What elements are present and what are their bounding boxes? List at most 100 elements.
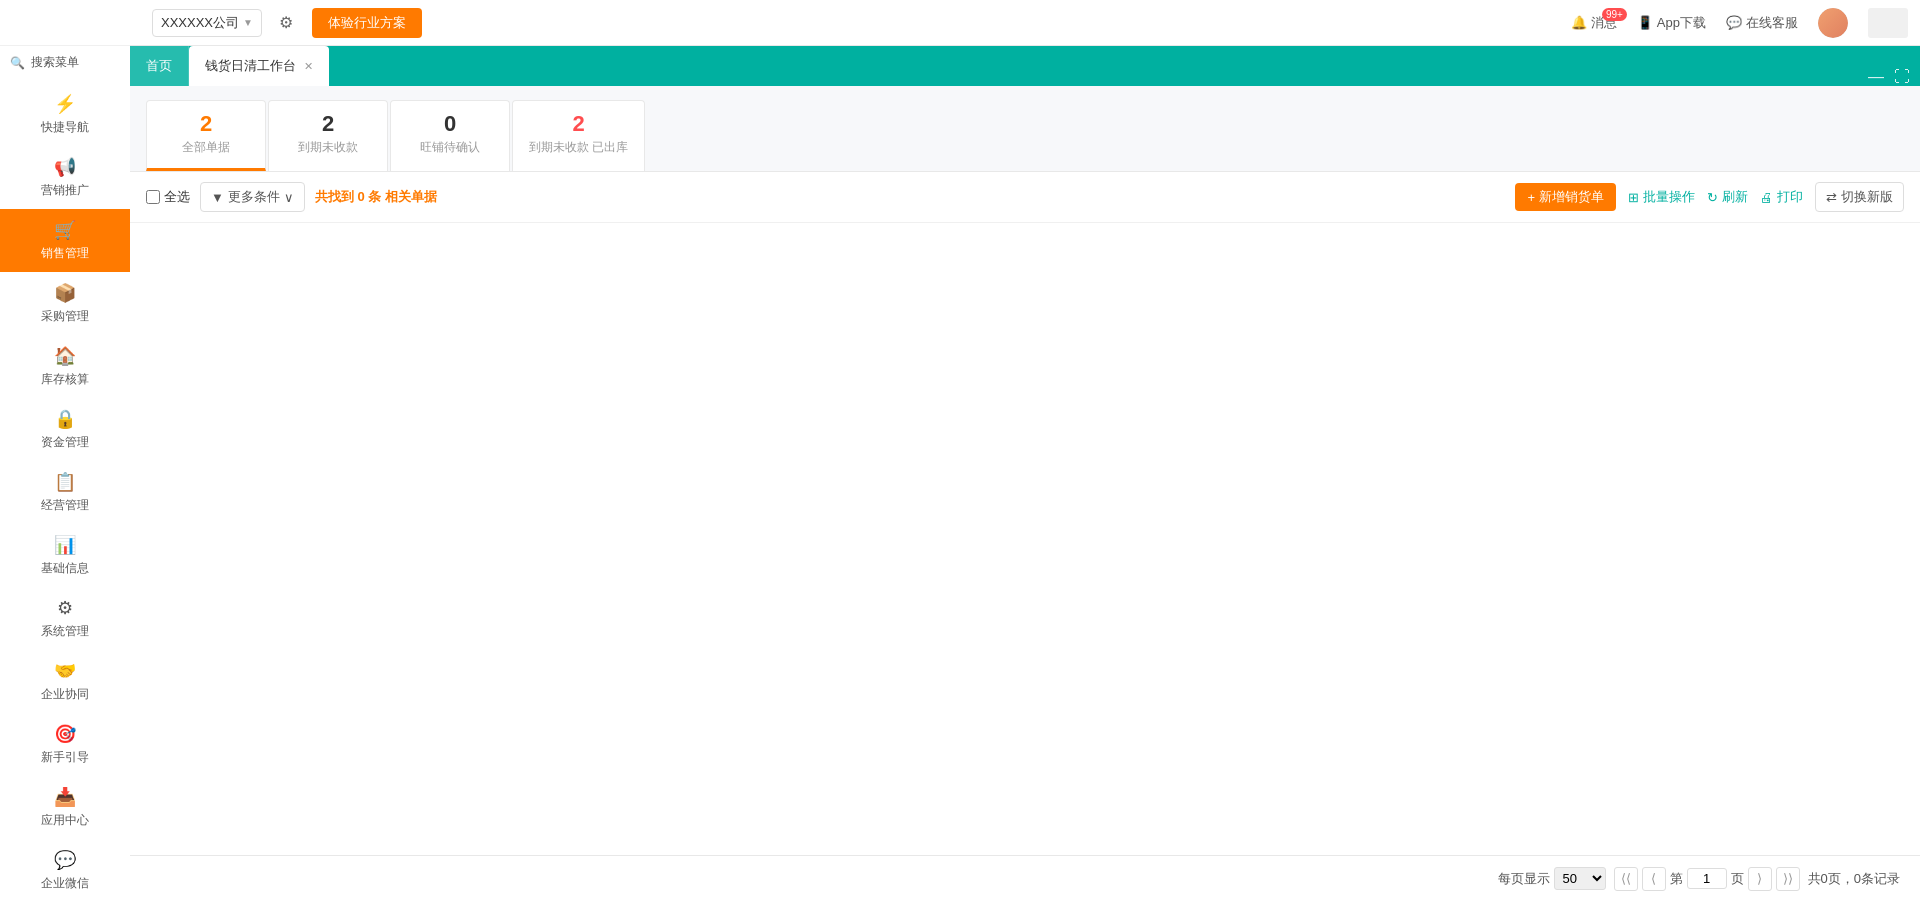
search-icon: 🔍	[10, 56, 25, 70]
sidebar: 🔍 搜索菜单 ⚡ 快捷导航 📢 营销推广 🛒 销售管理 📦 采购管理 🏠 库存核…	[0, 0, 130, 901]
sidebar-item-marketing[interactable]: 📢 营销推广	[0, 146, 130, 209]
inventory-icon: 🏠	[54, 345, 76, 367]
marketing-icon: 📢	[54, 156, 76, 178]
inventory-label: 库存核算	[41, 371, 89, 388]
result-text: 共找到 0 条 相关单据	[315, 188, 437, 206]
add-sale-label: 新增销货单	[1539, 188, 1604, 206]
system-icon: ⚙	[57, 597, 73, 619]
cooperation-label: 企业协同	[41, 686, 89, 703]
trial-button[interactable]: 体验行业方案	[312, 8, 422, 38]
stat-tab-overdue[interactable]: 2 到期未收款	[268, 100, 388, 171]
filter-button[interactable]: ▼ 更多条件 ∨	[200, 182, 305, 212]
purchase-icon: 📦	[54, 282, 76, 304]
avatar[interactable]	[1818, 8, 1848, 38]
sidebar-item-inventory[interactable]: 🏠 库存核算	[0, 335, 130, 398]
tab-close-icon[interactable]: ✕	[304, 60, 313, 73]
page-total: 共0页，0条记录	[1808, 870, 1900, 888]
toolbar-left: 全选 ▼ 更多条件 ∨ 共找到 0 条 相关单据	[146, 182, 1505, 212]
sidebar-menu: ⚡ 快捷导航 📢 营销推广 🛒 销售管理 📦 采购管理 🏠 库存核算 🔒 资金管…	[0, 79, 130, 901]
online-service-button[interactable]: 💬 在线客服	[1726, 14, 1798, 32]
minimize-icon[interactable]: —	[1868, 68, 1884, 86]
refresh-button[interactable]: ↻ 刷新	[1707, 188, 1748, 206]
maximize-icon[interactable]: ⛶	[1894, 68, 1910, 86]
dropdown-arrow-icon: ▼	[243, 17, 253, 28]
sidebar-item-basic-info[interactable]: 📊 基础信息	[0, 524, 130, 587]
tab-home[interactable]: 首页	[130, 46, 189, 86]
sidebar-item-guide[interactable]: 🎯 新手引导	[0, 713, 130, 776]
stat-num-overdue: 2	[285, 111, 371, 137]
tab-home-label: 首页	[146, 57, 172, 75]
sidebar-item-quick-nav[interactable]: ⚡ 快捷导航	[0, 83, 130, 146]
message-badge: 99+	[1602, 8, 1627, 21]
page-number-input[interactable]	[1687, 868, 1727, 889]
basic-info-label: 基础信息	[41, 560, 89, 577]
sales-icon: 🛒	[54, 219, 76, 241]
sales-label: 销售管理	[41, 245, 89, 262]
message-button[interactable]: 🔔 消息 99+	[1571, 14, 1617, 32]
company-selector[interactable]: XXXXXX公司 ▼	[152, 9, 262, 37]
content-area: 2 全部单据 2 到期未收款 0 旺铺待确认 2 到期未收款 已出库 全选	[130, 86, 1920, 901]
sidebar-search[interactable]: 🔍 搜索菜单	[0, 46, 130, 79]
batch-label: 批量操作	[1643, 188, 1695, 206]
first-page-button[interactable]: ⟨⟨	[1614, 867, 1638, 891]
stat-tab-all[interactable]: 2 全部单据	[146, 100, 266, 171]
tab-work-bench[interactable]: 钱货日清工作台 ✕	[189, 46, 329, 86]
switch-version-button[interactable]: ⇄ 切换新版	[1815, 182, 1904, 212]
print-icon: 🖨	[1760, 190, 1773, 205]
print-label: 打印	[1777, 188, 1803, 206]
filter-icon: ▼	[211, 190, 224, 205]
stat-num-pending: 0	[407, 111, 493, 137]
tab-work-bench-label: 钱货日清工作台	[205, 57, 296, 75]
sidebar-item-purchase[interactable]: 📦 采购管理	[0, 272, 130, 335]
nav-tabs: 首页 钱货日清工作台 ✕ — ⛶	[130, 46, 1920, 86]
main-content: 2 全部单据 2 到期未收款 0 旺铺待确认 2 到期未收款 已出库 全选	[130, 86, 1920, 901]
select-all-checkbox[interactable]: 全选	[146, 188, 190, 206]
add-sale-button[interactable]: + 新增销货单	[1515, 183, 1616, 211]
page-size-dropdown[interactable]: 20 50 100	[1554, 867, 1606, 890]
cooperation-icon: 🤝	[54, 660, 76, 682]
batch-operation-button[interactable]: ⊞ 批量操作	[1628, 188, 1695, 206]
sidebar-item-finance[interactable]: 🔒 资金管理	[0, 398, 130, 461]
sidebar-item-app-center[interactable]: 📥 应用中心	[0, 776, 130, 839]
stat-label-all: 全部单据	[163, 139, 249, 156]
sidebar-item-cooperation[interactable]: 🤝 企业协同	[0, 650, 130, 713]
wechat-icon: 💬	[54, 849, 76, 871]
prev-page-button[interactable]: ⟨	[1642, 867, 1666, 891]
switch-icon: ⇄	[1826, 190, 1837, 205]
page-unit: 页	[1731, 870, 1744, 888]
sidebar-item-sales[interactable]: 🛒 销售管理	[0, 209, 130, 272]
stat-tab-pending[interactable]: 0 旺铺待确认	[390, 100, 510, 171]
next-page-button[interactable]: ⟩	[1748, 867, 1772, 891]
mobile-icon: 📱	[1637, 15, 1653, 30]
stat-tabs: 2 全部单据 2 到期未收款 0 旺铺待确认 2 到期未收款 已出库	[130, 86, 1920, 172]
stat-label-overdue: 到期未收款	[285, 139, 371, 156]
sidebar-item-operation[interactable]: 📋 经营管理	[0, 461, 130, 524]
select-all-input[interactable]	[146, 190, 160, 204]
sidebar-item-wechat[interactable]: 💬 企业微信	[0, 839, 130, 901]
print-button[interactable]: 🖨 打印	[1760, 188, 1803, 206]
app-center-icon: 📥	[54, 786, 76, 808]
stat-num-shipped: 2	[529, 111, 628, 137]
basic-info-icon: 📊	[54, 534, 76, 556]
page-label: 第	[1670, 870, 1683, 888]
avatar-image	[1818, 8, 1848, 38]
system-label: 系统管理	[41, 623, 89, 640]
online-service-label: 在线客服	[1746, 14, 1798, 32]
stat-tab-shipped[interactable]: 2 到期未收款 已出库	[512, 100, 645, 171]
page-nav: ⟨⟨ ⟨ 第 页 ⟩ ⟩⟩	[1614, 867, 1800, 891]
user-name-area[interactable]	[1868, 8, 1908, 38]
last-page-button[interactable]: ⟩⟩	[1776, 867, 1800, 891]
guide-label: 新手引导	[41, 749, 89, 766]
app-center-label: 应用中心	[41, 812, 89, 829]
stat-num-all: 2	[163, 111, 249, 137]
sidebar-item-system[interactable]: ⚙ 系统管理	[0, 587, 130, 650]
filter-arrow-icon: ∨	[284, 190, 294, 205]
company-name: XXXXXX公司	[161, 14, 239, 32]
app-download-button[interactable]: 📱 App下载	[1637, 14, 1706, 32]
app-download-label: App下载	[1657, 14, 1706, 32]
guide-icon: 🎯	[54, 723, 76, 745]
table-area	[130, 223, 1920, 723]
switch-label: 切换新版	[1841, 188, 1893, 206]
page-size-select: 每页显示 20 50 100	[1498, 867, 1606, 890]
settings-icon[interactable]: ⚙	[272, 9, 300, 37]
